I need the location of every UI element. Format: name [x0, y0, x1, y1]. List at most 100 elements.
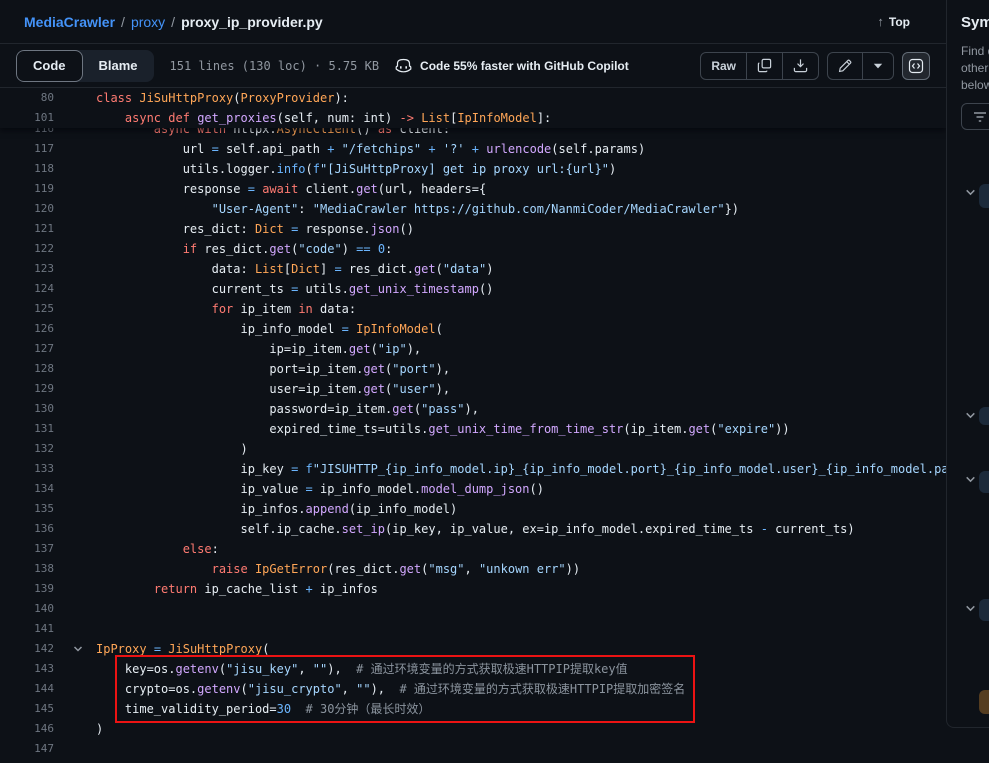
symbol-chip[interactable] [979, 599, 989, 621]
code-token: (self.params) [551, 142, 645, 156]
line-number[interactable]: 121 [0, 219, 60, 239]
symbol-chip[interactable] [979, 184, 989, 208]
edit-button[interactable] [828, 53, 862, 79]
code-token: (ip_key, ip_value, ex=ip_info_model.expi… [385, 522, 761, 536]
symbol-chip[interactable] [979, 690, 989, 714]
line-number[interactable]: 120 [0, 199, 60, 219]
line-number[interactable]: 140 [0, 599, 60, 619]
pencil-icon [838, 59, 852, 73]
code-token: (ip_item. [623, 422, 688, 436]
sticky-context-lines: 80class JiSuHttpProxy(ProxyProvider):101… [0, 88, 946, 128]
dropdown-caret-icon [873, 63, 883, 69]
code-token: "data" [443, 262, 486, 276]
line-number[interactable]: 131 [0, 419, 60, 439]
code-text: crypto=os.getenv("jisu_crypto", ""), # 通… [96, 679, 685, 699]
code-token: crypto=os. [96, 682, 197, 696]
copy-button[interactable] [746, 53, 782, 79]
code-token: ( [233, 91, 240, 105]
code-token [96, 302, 212, 316]
symbol-group-chevron-icon[interactable] [964, 409, 977, 422]
line-number[interactable]: 128 [0, 359, 60, 379]
line-number[interactable]: 119 [0, 179, 60, 199]
line-number[interactable]: 141 [0, 619, 60, 639]
line-number[interactable]: 135 [0, 499, 60, 519]
code-line: 137 else: [0, 539, 946, 559]
filter-symbols-button[interactable] [961, 103, 989, 130]
chevron-slot [60, 239, 96, 259]
collapse-chevron-icon[interactable] [60, 639, 96, 659]
code-token [334, 142, 341, 156]
line-number[interactable]: 117 [0, 139, 60, 159]
code-token: await [262, 182, 298, 196]
breadcrumb-repo-link[interactable]: MediaCrawler [24, 14, 115, 30]
symbol-group-chevron-icon[interactable] [964, 473, 977, 486]
download-button[interactable] [782, 53, 818, 79]
code-token: Dict [255, 222, 284, 236]
line-number[interactable]: 134 [0, 479, 60, 499]
code-line: 118 utils.logger.info(f"[JiSuHttpProxy] … [0, 159, 946, 179]
edit-dropdown-button[interactable] [862, 53, 893, 79]
code-token: res_dict: [96, 222, 255, 236]
line-number[interactable]: 139 [0, 579, 60, 599]
symbol-group-chevron-icon[interactable] [964, 186, 977, 199]
line-number[interactable]: 133 [0, 459, 60, 479]
copy-icon [757, 58, 772, 73]
line-number[interactable]: 101 [0, 108, 60, 128]
line-number[interactable]: 127 [0, 339, 60, 359]
code-text: ) [96, 719, 103, 739]
code-token: url [96, 142, 212, 156]
code-token: json [371, 222, 400, 236]
code-line: 122 if res_dict.get("code") == 0: [0, 239, 946, 259]
line-number[interactable]: 118 [0, 159, 60, 179]
line-number[interactable]: 147 [0, 739, 60, 759]
back-to-top-link[interactable]: ↑ Top [877, 14, 910, 29]
code-token: = [306, 482, 313, 496]
raw-button[interactable]: Raw [701, 53, 746, 79]
code-token: IpGetError [255, 562, 327, 576]
chevron-slot [60, 279, 96, 299]
line-number[interactable]: 144 [0, 679, 60, 699]
code-token: info [277, 162, 306, 176]
code-text: async def get_proxies(self, num: int) ->… [96, 108, 551, 128]
code-token: ]: [537, 111, 551, 125]
line-number[interactable]: 122 [0, 239, 60, 259]
line-number[interactable]: 80 [0, 88, 60, 108]
code-token: f [313, 162, 320, 176]
line-number[interactable]: 138 [0, 559, 60, 579]
symbol-group-chevron-icon[interactable] [964, 602, 977, 615]
line-number[interactable]: 143 [0, 659, 60, 679]
symbol-chip[interactable] [979, 471, 989, 493]
line-number[interactable]: 124 [0, 279, 60, 299]
line-number[interactable]: 136 [0, 519, 60, 539]
code-text: time_validity_period=30 # 30分钟（最长时效） [96, 699, 430, 719]
code-token [96, 242, 183, 256]
symbol-chip[interactable] [979, 407, 989, 425]
code-token: = [212, 142, 219, 156]
code-token: ( [241, 682, 248, 696]
line-number[interactable]: 137 [0, 539, 60, 559]
line-number[interactable]: 145 [0, 699, 60, 719]
filter-icon [973, 111, 987, 123]
line-number[interactable]: 132 [0, 439, 60, 459]
code-token: expired_time_ts=utils. [96, 422, 428, 436]
code-line: 140 [0, 599, 946, 619]
line-number[interactable]: 123 [0, 259, 60, 279]
line-number[interactable]: 130 [0, 399, 60, 419]
breadcrumb-bar: MediaCrawler / proxy / proxy_ip_provider… [0, 0, 946, 44]
line-number[interactable]: 126 [0, 319, 60, 339]
copilot-banner[interactable]: Code 55% faster with GitHub Copilot [395, 58, 629, 73]
line-number[interactable]: 125 [0, 299, 60, 319]
code-token: (ip_info_model) [349, 502, 457, 516]
line-number[interactable]: 142 [0, 639, 60, 659]
line-number[interactable]: 146 [0, 719, 60, 739]
tab-code[interactable]: Code [16, 50, 83, 82]
symbols-panel-description-line: below or in the code. [961, 77, 989, 94]
code-line: 138 raise IpGetError(res_dict.get("msg",… [0, 559, 946, 579]
symbols-pane-toggle-button[interactable] [902, 52, 930, 80]
breadcrumb-dir-link[interactable]: proxy [131, 14, 165, 30]
tab-blame[interactable]: Blame [83, 50, 154, 82]
chevron-slot [60, 579, 96, 599]
code-token: IpInfoModel [356, 322, 435, 336]
line-number[interactable]: 129 [0, 379, 60, 399]
symbols-panel-description-line: Find definitions and references for func… [961, 43, 989, 60]
